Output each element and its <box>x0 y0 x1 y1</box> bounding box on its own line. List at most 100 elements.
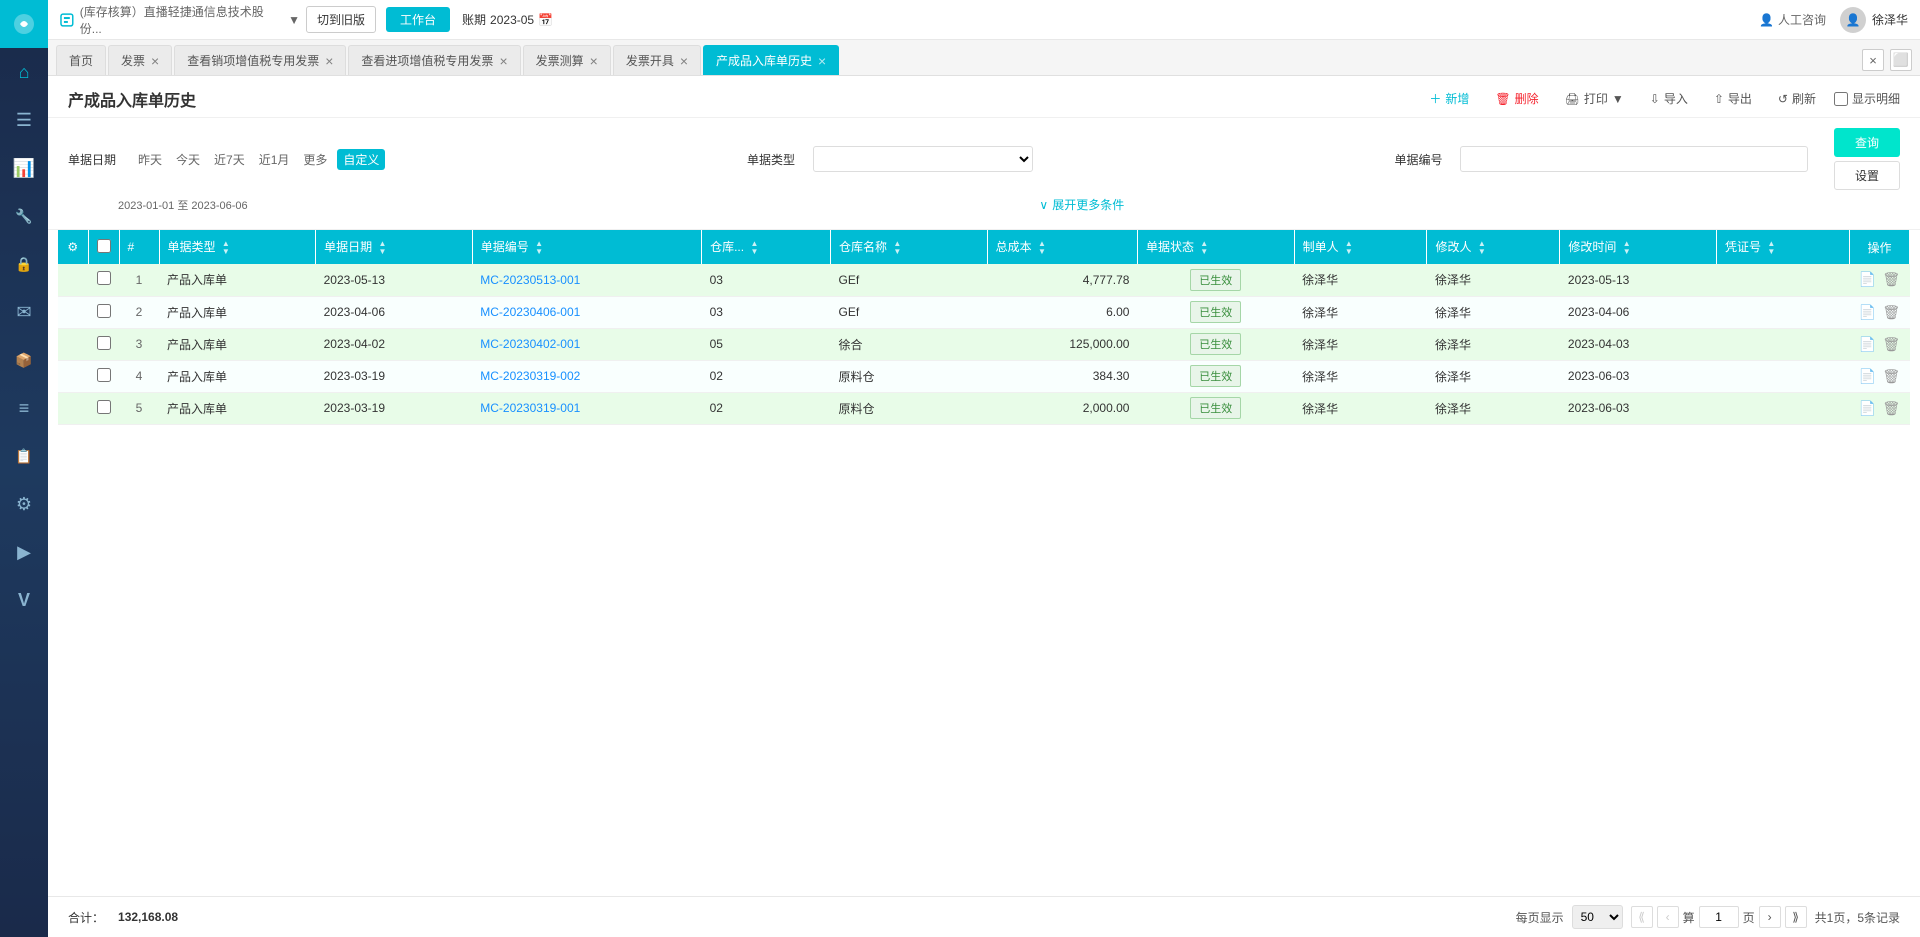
tab-open-close[interactable]: × <box>680 54 688 68</box>
th-settings[interactable]: ⚙ <box>58 230 88 264</box>
td-number[interactable]: MC-20230406-001 <box>472 296 701 328</box>
per-page-select[interactable]: 50 100 200 <box>1572 905 1623 929</box>
th-creator[interactable]: 制单人 ▲▼ <box>1294 230 1427 264</box>
calendar-icon[interactable]: 📅 <box>538 13 553 27</box>
date-1month-btn[interactable]: 近1月 <box>255 149 294 170</box>
date-yesterday-btn[interactable]: 昨天 <box>134 149 166 170</box>
td-number[interactable]: MC-20230513-001 <box>472 264 701 296</box>
show-detail-toggle[interactable]: 显示明细 <box>1834 90 1900 107</box>
tab-sales-vat[interactable]: 查看销项增值税专用发票 × <box>174 45 346 75</box>
no-filter-input[interactable] <box>1460 146 1808 172</box>
tab-sales-vat-close[interactable]: × <box>325 54 333 68</box>
row-checkbox[interactable] <box>97 271 111 285</box>
sidebar-item-mail[interactable]: ✉ <box>2 290 46 334</box>
th-date[interactable]: 单据日期 ▲▼ <box>316 230 473 264</box>
tab-invoice-close[interactable]: × <box>151 54 159 68</box>
show-detail-checkbox[interactable] <box>1834 92 1848 106</box>
date-custom-btn[interactable]: 自定义 <box>337 149 385 170</box>
td-type: 产品入库单 <box>159 392 316 424</box>
th-check[interactable] <box>88 230 119 264</box>
tab-close-all-button[interactable]: × <box>1862 49 1884 71</box>
sidebar-item-warehouse[interactable]: 📦 <box>2 338 46 382</box>
tab-invoice[interactable]: 发票 × <box>108 45 172 75</box>
next-page-button[interactable]: › <box>1759 906 1781 928</box>
last-page-button[interactable]: ⟫ <box>1785 906 1807 928</box>
delete-button[interactable]: 🗑 删除 <box>1487 86 1546 111</box>
new-button[interactable]: ＋ 新增 <box>1421 86 1477 111</box>
tab-calc-close[interactable]: × <box>590 54 598 68</box>
th-modifier[interactable]: 修改人 ▲▼ <box>1427 230 1560 264</box>
sidebar-item-docs[interactable]: ☰ <box>2 98 46 142</box>
delete-row-icon[interactable]: 🗑 <box>1882 271 1900 288</box>
sidebar-item-settings[interactable]: ⚙ <box>2 482 46 526</box>
td-number[interactable]: MC-20230402-001 <box>472 328 701 360</box>
th-warehouse-name[interactable]: 仓库名称 ▲▼ <box>831 230 988 264</box>
th-status[interactable]: 单据状态 ▲▼ <box>1137 230 1294 264</box>
th-modify-time[interactable]: 修改时间 ▲▼ <box>1560 230 1717 264</box>
filter-settings-button[interactable]: 设置 <box>1834 161 1900 190</box>
delete-row-icon[interactable]: 🗑 <box>1882 400 1900 417</box>
td-check[interactable] <box>88 360 119 392</box>
th-warehouse-code[interactable]: 仓库... ▲▼ <box>702 230 831 264</box>
prev-page-button[interactable]: ‹ <box>1657 906 1679 928</box>
td-check[interactable] <box>88 296 119 328</box>
tab-home[interactable]: 首页 <box>56 45 106 75</box>
edit-icon[interactable]: 📄 <box>1859 368 1876 385</box>
company-dropdown-icon[interactable]: ▼ <box>288 13 300 27</box>
type-filter-select[interactable] <box>813 146 1033 172</box>
delete-row-icon[interactable]: 🗑 <box>1882 336 1900 353</box>
th-type[interactable]: 单据类型 ▲▼ <box>159 230 316 264</box>
edit-icon[interactable]: 📄 <box>1859 400 1876 417</box>
help-button[interactable]: 👤 人工咨询 <box>1759 11 1826 28</box>
date-today-btn[interactable]: 今天 <box>172 149 204 170</box>
delete-row-icon[interactable]: 🗑 <box>1882 368 1900 385</box>
th-total-cost[interactable]: 总成本 ▲▼ <box>987 230 1137 264</box>
sidebar-item-lock[interactable]: 🔒 <box>2 242 46 286</box>
print-button[interactable]: 🖨 打印 ▼ <box>1557 86 1632 111</box>
expand-filter-btn[interactable]: ∨ 展开更多条件 <box>1039 196 1124 213</box>
td-check[interactable] <box>88 328 119 360</box>
td-type: 产品入库单 <box>159 264 316 296</box>
company-name[interactable]: (库存核算）直播轻捷通信息技术股份... ▼ <box>60 3 300 37</box>
page-number-input[interactable] <box>1699 906 1739 928</box>
sidebar-item-order[interactable]: 📋 <box>2 434 46 478</box>
edit-icon[interactable]: 📄 <box>1859 304 1876 321</box>
td-number[interactable]: MC-20230319-001 <box>472 392 701 424</box>
row-checkbox[interactable] <box>97 368 111 382</box>
tab-product-instock[interactable]: 产成品入库单历史 × <box>703 45 839 75</box>
switch-version-button[interactable]: 切到旧版 <box>306 6 376 33</box>
sidebar-item-chart[interactable]: 📊 <box>2 146 46 190</box>
tab-purchase-vat-close[interactable]: × <box>499 54 507 68</box>
th-number[interactable]: 单据编号 ▲▼ <box>472 230 701 264</box>
row-checkbox[interactable] <box>97 336 111 350</box>
tab-calc[interactable]: 发票测算 × <box>523 45 611 75</box>
refresh-button[interactable]: ↺ 刷新 <box>1770 86 1824 111</box>
td-check[interactable] <box>88 264 119 296</box>
tab-open[interactable]: 发票开具 × <box>613 45 701 75</box>
first-page-button[interactable]: ⟪ <box>1631 906 1653 928</box>
tab-product-instock-close[interactable]: × <box>818 54 826 68</box>
export-button[interactable]: ⇧ 导出 <box>1706 86 1760 111</box>
select-all-checkbox[interactable] <box>97 239 111 253</box>
row-checkbox[interactable] <box>97 304 111 318</box>
date-7days-btn[interactable]: 近7天 <box>210 149 249 170</box>
user-menu[interactable]: 👤 徐泽华 <box>1840 7 1908 33</box>
tab-expand-button[interactable]: ⬜ <box>1890 49 1912 71</box>
delete-row-icon[interactable]: 🗑 <box>1882 304 1900 321</box>
sidebar-item-list[interactable]: ≡ <box>2 386 46 430</box>
td-check[interactable] <box>88 392 119 424</box>
query-button[interactable]: 查询 <box>1834 128 1900 157</box>
sidebar-item-version[interactable]: V <box>2 578 46 622</box>
edit-icon[interactable]: 📄 <box>1859 271 1876 288</box>
date-more-btn[interactable]: 更多 <box>299 149 331 170</box>
sidebar-item-home[interactable]: ⌂ <box>2 50 46 94</box>
th-voucher[interactable]: 凭证号 ▲▼ <box>1717 230 1850 264</box>
sidebar-item-play[interactable]: ▶ <box>2 530 46 574</box>
sidebar-item-tools[interactable]: 🔧 <box>2 194 46 238</box>
td-number[interactable]: MC-20230319-002 <box>472 360 701 392</box>
edit-icon[interactable]: 📄 <box>1859 336 1876 353</box>
row-checkbox[interactable] <box>97 400 111 414</box>
workbench-button[interactable]: 工作台 <box>386 7 450 32</box>
tab-purchase-vat[interactable]: 查看进项增值税专用发票 × <box>348 45 520 75</box>
import-button[interactable]: ⇩ 导入 <box>1642 86 1696 111</box>
